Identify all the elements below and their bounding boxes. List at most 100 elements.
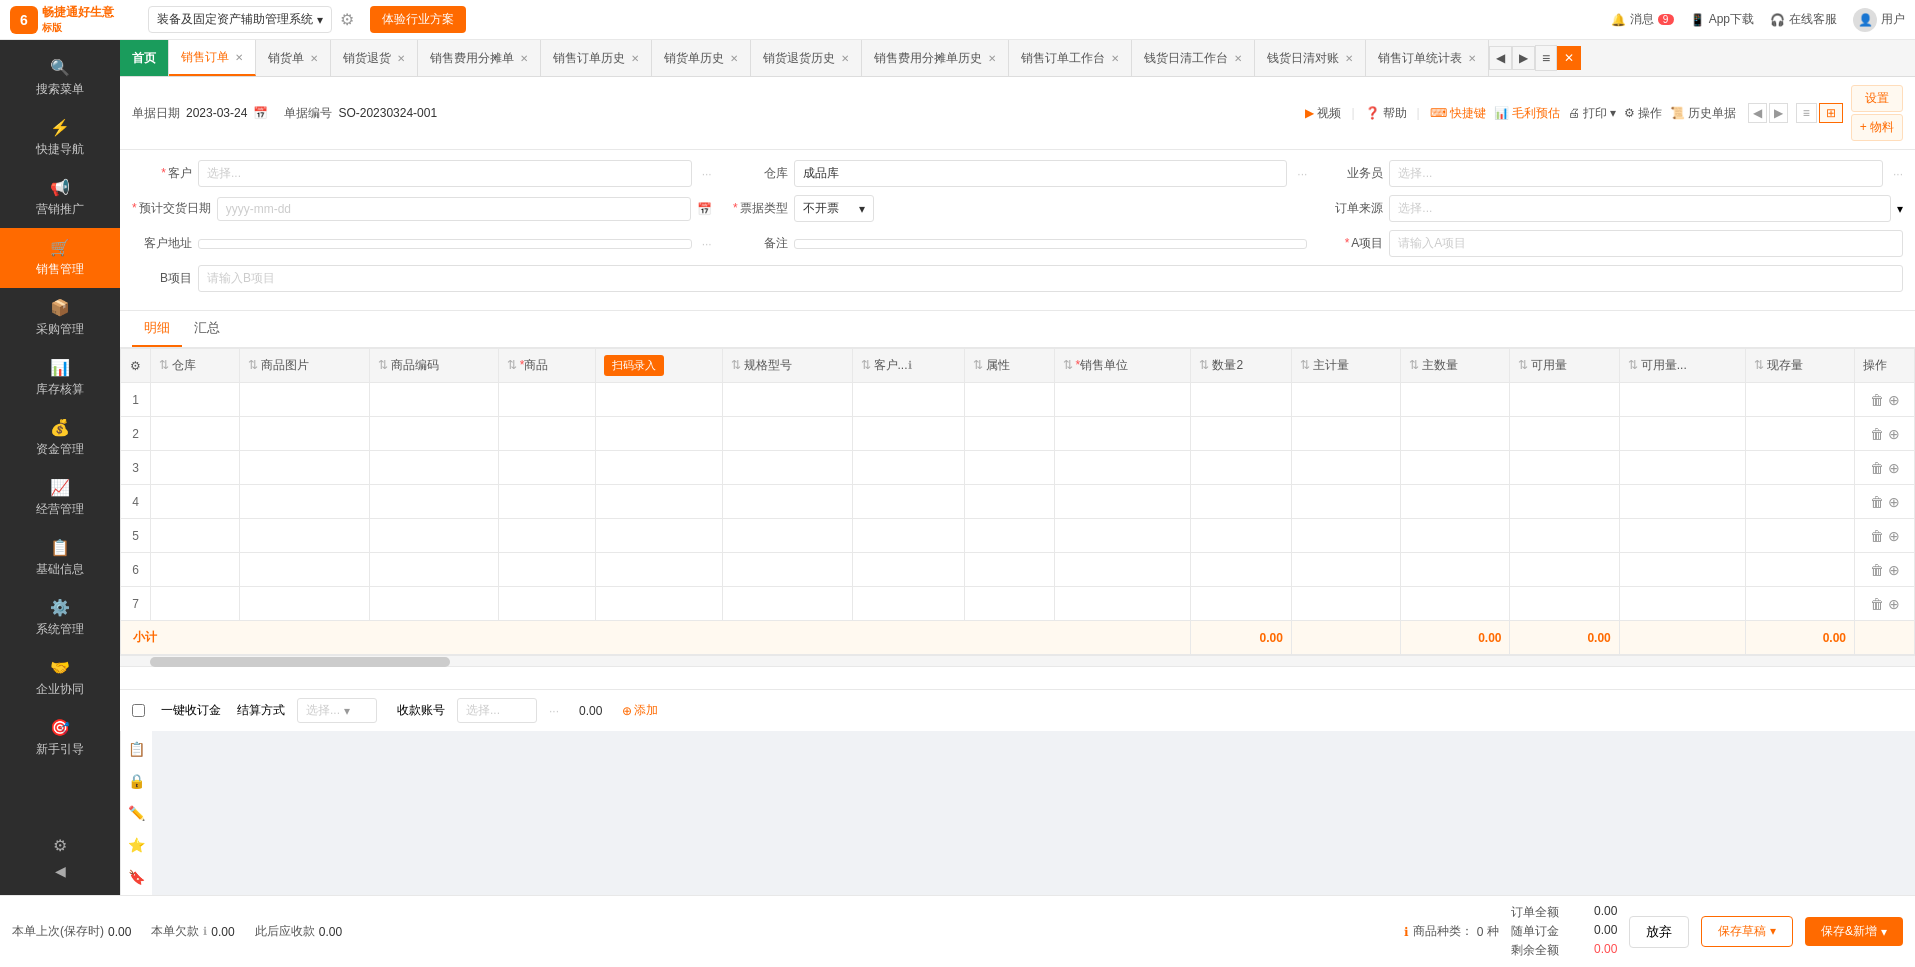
cell[interactable] (1745, 485, 1854, 519)
cell[interactable] (498, 451, 595, 485)
customer-more-icon[interactable]: ··· (702, 167, 712, 181)
cell[interactable] (1401, 451, 1510, 485)
col-product[interactable]: ⇅*商品 (498, 349, 595, 383)
cell[interactable] (498, 485, 595, 519)
cell[interactable] (498, 587, 595, 621)
add-btn[interactable]: ⊕ 添加 (622, 702, 658, 719)
scroll-thumb[interactable] (150, 657, 450, 667)
cell[interactable] (1745, 519, 1854, 553)
tab-next-btn[interactable]: ▶ (1512, 46, 1535, 70)
sidebar-collapse-btn[interactable]: ◀ (55, 863, 66, 879)
delete-row-icon[interactable]: 🗑 (1870, 596, 1884, 612)
cell[interactable] (852, 519, 965, 553)
cell[interactable] (240, 485, 369, 519)
col-product-code[interactable]: ⇅商品编码 (369, 349, 498, 383)
col-scan[interactable]: 扫码录入 (595, 349, 723, 383)
cell[interactable] (1745, 383, 1854, 417)
cell[interactable] (723, 451, 852, 485)
sidebar-item-system[interactable]: ⚙️ 系统管理 (0, 588, 120, 648)
tab-sales-order-history[interactable]: 销售订单历史 ✕ (541, 40, 652, 76)
date-picker-icon[interactable]: 📅 (697, 202, 712, 216)
cell[interactable] (965, 519, 1054, 553)
tab-sales-stats[interactable]: 销售订单统计表 ✕ (1366, 40, 1489, 76)
sidebar-item-search[interactable]: 🔍 搜索菜单 (0, 48, 120, 108)
profit-btn[interactable]: 📊 毛利预估 (1494, 105, 1560, 122)
cell[interactable] (1054, 451, 1191, 485)
invoice-type-select[interactable]: 不开票 ▾ (794, 195, 874, 222)
right-panel-icon-2[interactable]: 🔒 (123, 767, 151, 795)
cell[interactable] (369, 451, 498, 485)
cell[interactable] (1401, 553, 1510, 587)
cell[interactable] (151, 451, 240, 485)
print-btn[interactable]: 🖨 打印 ▾ (1568, 105, 1616, 122)
tab-daily-clear-account[interactable]: 钱货日清对账 ✕ (1255, 40, 1366, 76)
sidebar-item-guide[interactable]: 🎯 新手引导 (0, 708, 120, 768)
cell[interactable] (1054, 485, 1191, 519)
cell[interactable] (965, 587, 1054, 621)
tab-close-sales-order[interactable]: ✕ (235, 52, 243, 63)
cell[interactable] (1510, 417, 1619, 451)
copy-row-icon[interactable]: ⊕ (1888, 494, 1900, 510)
tab-expense-history[interactable]: 销售费用分摊单历史 ✕ (862, 40, 1009, 76)
col-product-image[interactable]: ⇅商品图片 (240, 349, 369, 383)
cell[interactable] (965, 485, 1054, 519)
help-btn[interactable]: ❓ 帮助 (1365, 105, 1407, 122)
tab-order-workbench[interactable]: 销售订单工作台 ✕ (1009, 40, 1132, 76)
cell[interactable] (1291, 383, 1400, 417)
col-available[interactable]: ⇅可用量 (1510, 349, 1619, 383)
scan-btn[interactable]: 扫码录入 (604, 355, 664, 376)
warehouse-input[interactable]: 成品库 (794, 160, 1288, 187)
cell[interactable] (852, 553, 965, 587)
cell[interactable] (498, 519, 595, 553)
tab-summary[interactable]: 汇总 (182, 311, 232, 347)
tab-sales-refund[interactable]: 销货退货 ✕ (331, 40, 418, 76)
col-main-unit[interactable]: ⇅主计量 (1291, 349, 1400, 383)
history-btn[interactable]: 📜 历史单据 (1670, 105, 1736, 122)
cell[interactable] (1191, 383, 1291, 417)
cell[interactable] (1619, 417, 1745, 451)
tab-close-daily-account[interactable]: ✕ (1345, 53, 1353, 64)
warehouse-more-icon[interactable]: ··· (1297, 167, 1307, 181)
tab-close-order-workbench[interactable]: ✕ (1111, 53, 1119, 64)
cell[interactable] (151, 587, 240, 621)
copy-row-icon[interactable]: ⊕ (1888, 596, 1900, 612)
cell[interactable] (369, 587, 498, 621)
tab-close-daily-workbench[interactable]: ✕ (1234, 53, 1242, 64)
cell[interactable] (1510, 383, 1619, 417)
col-sales-unit[interactable]: ⇅*销售单位 (1054, 349, 1191, 383)
tab-home[interactable]: 首页 (120, 40, 169, 76)
cell[interactable] (723, 553, 852, 587)
cell[interactable] (965, 451, 1054, 485)
tab-close-expense-split[interactable]: ✕ (520, 53, 528, 64)
receipt-account-select[interactable]: 选择... (457, 698, 537, 723)
cell[interactable] (1191, 519, 1291, 553)
address-more-icon[interactable]: ··· (702, 237, 712, 251)
cell[interactable] (369, 417, 498, 451)
col-customer-code[interactable]: ⇅客户...ℹ (852, 349, 965, 383)
system-title[interactable]: 装备及固定资产辅助管理系统 ▾ (148, 6, 332, 33)
cell[interactable] (965, 553, 1054, 587)
cell[interactable] (498, 383, 595, 417)
payment-method-select[interactable]: 选择... ▾ (297, 698, 377, 723)
copy-row-icon[interactable]: ⊕ (1888, 528, 1900, 544)
cell[interactable] (723, 417, 852, 451)
sidebar-settings-btn[interactable]: ⚙ (53, 836, 67, 855)
tab-close-all-btn[interactable]: ✕ (1557, 46, 1581, 70)
cell[interactable] (1619, 451, 1745, 485)
operation-btn[interactable]: ⚙ 操作 (1624, 105, 1662, 122)
tab-menu-btn[interactable]: ≡ (1535, 45, 1557, 71)
sidebar-item-sales[interactable]: 🛒 销售管理 (0, 228, 120, 288)
tab-sales-refund-history[interactable]: 销货退货历史 ✕ (751, 40, 862, 76)
cell[interactable] (1191, 451, 1291, 485)
cell[interactable] (240, 417, 369, 451)
tab-sales-order[interactable]: 销售订单 ✕ (169, 40, 256, 76)
copy-row-icon[interactable]: ⊕ (1888, 392, 1900, 408)
expected-date-input[interactable]: yyyy-mm-dd (217, 197, 691, 221)
cell[interactable] (1619, 485, 1745, 519)
tab-close-refund-history[interactable]: ✕ (841, 53, 849, 64)
cell[interactable] (1054, 383, 1191, 417)
order-source-input[interactable]: 选择... (1389, 195, 1891, 222)
user-btn[interactable]: 👤 用户 (1853, 8, 1905, 32)
delete-row-icon[interactable]: 🗑 (1870, 528, 1884, 544)
tab-daily-clear-workbench[interactable]: 钱货日清工作台 ✕ (1132, 40, 1255, 76)
